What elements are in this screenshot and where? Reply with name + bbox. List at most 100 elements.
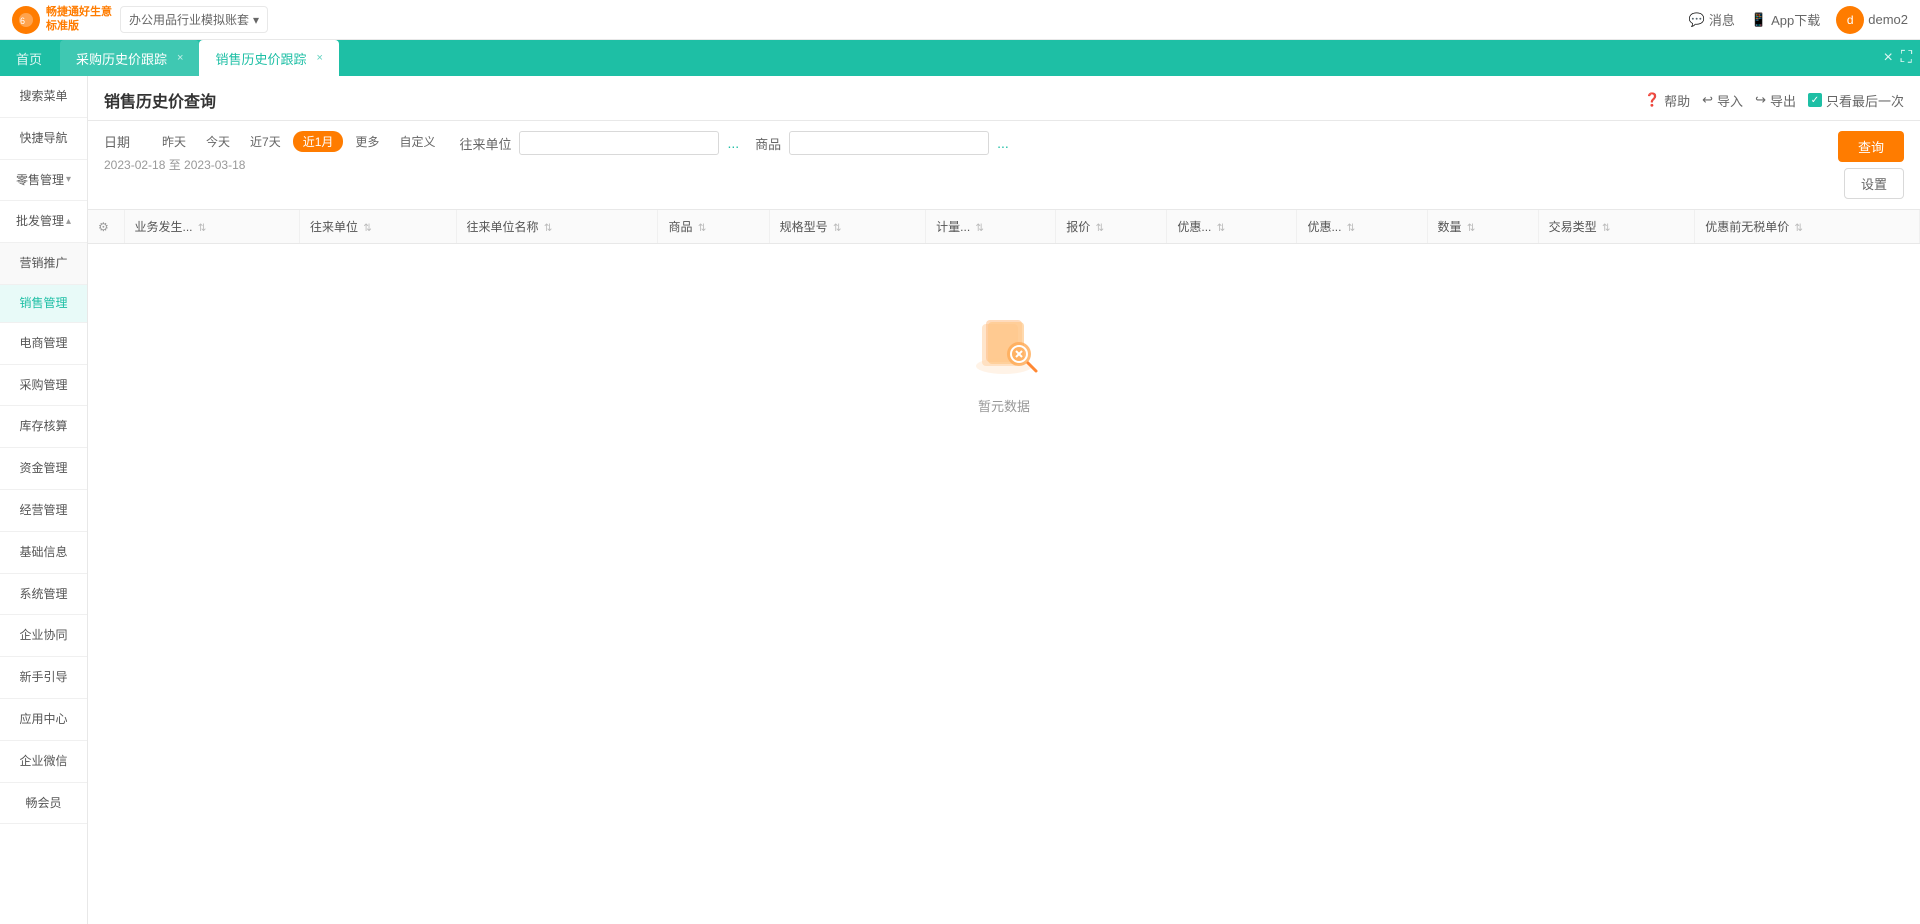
tab-sales-history[interactable]: 销售历史价跟踪 × (199, 40, 338, 76)
date-btn-today[interactable]: 今天 (198, 131, 238, 152)
product-input[interactable] (789, 131, 989, 155)
date-buttons: 昨天 今天 近7天 近1月 更多 自定义 (154, 131, 443, 152)
th-discount2[interactable]: 优惠... ⇅ (1297, 210, 1427, 244)
sidebar-sales-mgmt-label: 销售管理 (19, 296, 67, 310)
close-window-btn[interactable]: × (1883, 49, 1892, 67)
app-download-label: App下载 (1771, 10, 1820, 29)
chevron-down-icon: ▾ (66, 173, 71, 187)
message-btn[interactable]: 💬 消息 (1689, 10, 1735, 29)
date-btn-custom[interactable]: 自定义 (391, 131, 443, 152)
sidebar-item-vip-member[interactable]: 畅会员 (0, 783, 87, 825)
help-btn[interactable]: ❓ 帮助 (1644, 91, 1690, 110)
tab-home[interactable]: 首页 (0, 40, 58, 76)
top-bar: 6 畅捷通好生意 标准版 办公用品行业模拟账套 ▾ 💬 消息 📱 App下载 d… (0, 0, 1920, 40)
sidebar-item-retail-mgmt[interactable]: 零售管理 ▾ (0, 160, 87, 202)
th-partner-code[interactable]: 往来单位 ⇅ (299, 210, 456, 244)
sidebar-marketing-label: 营销推广 (19, 256, 67, 270)
logo-text: 畅捷通好生意 标准版 (46, 6, 112, 32)
import-icon: ↩ (1702, 92, 1713, 108)
sidebar-item-quick-nav[interactable]: 快捷导航 (0, 118, 87, 160)
date-btn-7days[interactable]: 近7天 (242, 131, 289, 152)
th-trade-type[interactable]: 交易类型 ⇅ (1538, 210, 1695, 244)
tab-purchase-label: 采购历史价跟踪 (76, 49, 167, 68)
help-icon: ❓ (1644, 92, 1660, 108)
th-discount1[interactable]: 优惠... ⇅ (1167, 210, 1297, 244)
th-unit[interactable]: 计量... ⇅ (926, 210, 1056, 244)
settings-button[interactable]: 设置 (1844, 168, 1904, 199)
app-selector-text: 办公用品行业模拟账套 (129, 11, 249, 28)
tab-purchase-history[interactable]: 采购历史价跟踪 × (60, 40, 199, 76)
sidebar-quick-nav-label: 快捷导航 (19, 131, 67, 145)
top-bar-right: 💬 消息 📱 App下载 d demo2 (1689, 6, 1908, 34)
sidebar-item-enterprise-collab[interactable]: 企业协同 (0, 615, 87, 657)
app-selector[interactable]: 办公用品行业模拟账套 ▾ (120, 6, 268, 33)
sidebar-item-sales-mgmt[interactable]: 销售管理 (0, 285, 87, 323)
th-biz-date[interactable]: 业务发生... ⇅ (124, 210, 299, 244)
th-pre-tax-price[interactable]: 优惠前无税单价 ⇅ (1695, 210, 1920, 244)
empty-icon (964, 304, 1044, 384)
message-label: 消息 (1709, 10, 1735, 29)
th-quoted-price[interactable]: 报价 ⇅ (1056, 210, 1167, 244)
only-last-checkbox[interactable] (1808, 93, 1822, 107)
sidebar-item-enterprise-wechat[interactable]: 企业微信 (0, 741, 87, 783)
sidebar-item-app-center[interactable]: 应用中心 (0, 699, 87, 741)
app-download-btn[interactable]: 📱 App下载 (1751, 10, 1820, 29)
date-btn-1month[interactable]: 近1月 (293, 131, 344, 152)
sidebar-item-ops-mgmt[interactable]: 经营管理 (0, 490, 87, 532)
partner-input[interactable] (519, 131, 719, 155)
sidebar-item-search-menu[interactable]: 搜索菜单 (0, 76, 87, 118)
sort-icon-product: ⇅ (698, 223, 706, 234)
content-area: 销售历史价查询 ❓ 帮助 ↩ 导入 ↪ 导出 只看最后一次 (88, 76, 1920, 924)
sidebar-inventory-label: 库存核算 (19, 419, 67, 433)
th-spec[interactable]: 规格型号 ⇅ (769, 210, 926, 244)
tab-purchase-close[interactable]: × (177, 52, 183, 64)
sidebar-item-finance-mgmt[interactable]: 资金管理 (0, 448, 87, 490)
filter-row-1: 日期 昨天 今天 近7天 近1月 更多 自定义 (104, 131, 443, 152)
th-quantity[interactable]: 数量 ⇅ (1427, 210, 1538, 244)
sidebar-item-basic-info[interactable]: 基础信息 (0, 532, 87, 574)
tab-bar: 首页 采购历史价跟踪 × 销售历史价跟踪 × × ⛶ (0, 40, 1920, 76)
user-menu[interactable]: d demo2 (1836, 6, 1908, 34)
th-product[interactable]: 商品 ⇅ (658, 210, 769, 244)
date-filter-label: 日期 (104, 132, 130, 151)
sidebar-item-marketing[interactable]: 营销推广 (0, 243, 87, 285)
sidebar-item-ecommerce-mgmt[interactable]: 电商管理 (0, 323, 87, 365)
sidebar-system-label: 系统管理 (19, 587, 67, 601)
sidebar-enterprise-wechat-label: 企业微信 (19, 754, 67, 768)
import-label: 导入 (1717, 91, 1743, 110)
date-btn-yesterday[interactable]: 昨天 (154, 131, 194, 152)
page-header-actions: ❓ 帮助 ↩ 导入 ↪ 导出 只看最后一次 (1644, 91, 1904, 110)
export-btn[interactable]: ↪ 导出 (1755, 91, 1796, 110)
only-last-checkbox-group[interactable]: 只看最后一次 (1808, 91, 1904, 110)
sidebar-item-inventory-check[interactable]: 库存核算 (0, 406, 87, 448)
query-button[interactable]: 查询 (1838, 131, 1904, 162)
sidebar-basic-label: 基础信息 (19, 545, 67, 559)
page-header: 销售历史价查询 ❓ 帮助 ↩ 导入 ↪ 导出 只看最后一次 (88, 76, 1920, 121)
only-last-label: 只看最后一次 (1826, 91, 1904, 110)
partner-dots[interactable]: ... (727, 135, 739, 151)
product-filter-group: 商品 ... (755, 131, 1009, 155)
export-label: 导出 (1770, 91, 1796, 110)
export-icon: ↪ (1755, 92, 1766, 108)
product-dots[interactable]: ... (997, 135, 1009, 151)
tab-sales-close[interactable]: × (316, 52, 322, 64)
sidebar-item-wholesale-mgmt[interactable]: 批发管理 ▴ (0, 201, 87, 243)
maximize-window-btn[interactable]: ⛶ (1901, 49, 1912, 67)
import-btn[interactable]: ↩ 导入 (1702, 91, 1743, 110)
username: demo2 (1868, 12, 1908, 27)
sort-icon-unit: ⇅ (976, 223, 984, 234)
sidebar-item-new-guide[interactable]: 新手引导 (0, 657, 87, 699)
logo-area: 6 畅捷通好生意 标准版 (12, 6, 112, 34)
sidebar-item-purchase-mgmt[interactable]: 采购管理 (0, 365, 87, 407)
sidebar-enterprise-collab-label: 企业协同 (19, 628, 67, 642)
date-range-text: 2023-02-18 至 2023-03-18 (104, 158, 245, 172)
column-settings-icon[interactable]: ⚙ (98, 220, 109, 234)
sidebar-wholesale-mgmt-label: 批发管理 (16, 213, 64, 230)
download-icon: 📱 (1751, 12, 1767, 28)
date-btn-more[interactable]: 更多 (347, 131, 387, 152)
sidebar-item-system-settings[interactable]: 系统管理 (0, 574, 87, 616)
avatar: d (1836, 6, 1864, 34)
svg-text:6: 6 (20, 16, 25, 26)
th-partner-name[interactable]: 往来单位名称 ⇅ (456, 210, 658, 244)
help-label: 帮助 (1664, 91, 1690, 110)
